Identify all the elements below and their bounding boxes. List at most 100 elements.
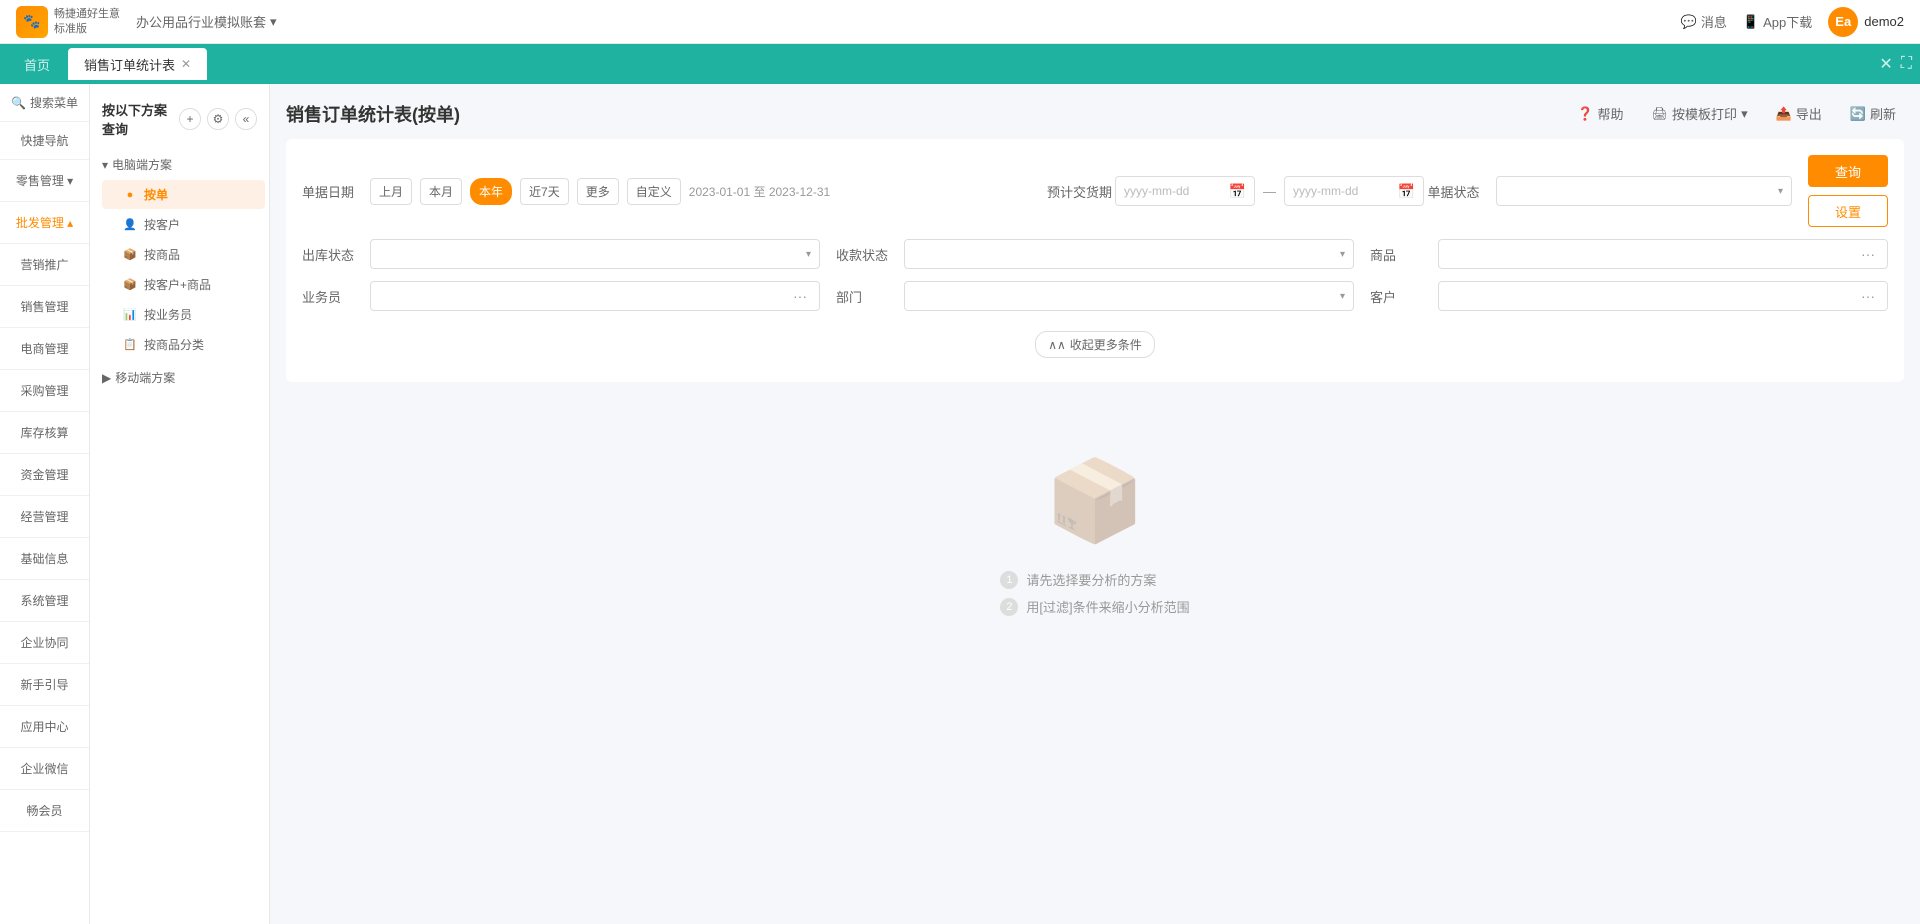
sidebar-item-marketing[interactable]: 营销推广: [0, 244, 89, 286]
app-download-button[interactable]: 📱 App下载: [1743, 12, 1812, 31]
tab-close-icon[interactable]: ✕: [181, 57, 191, 71]
message-icon: 💬: [1681, 14, 1697, 30]
refresh-icon: 🔄: [1850, 106, 1866, 122]
customer-label: 客户: [1370, 287, 1430, 306]
empty-state: 📦 1 请先选择要分析的方案 2 用[过滤]条件来缩小分析范围: [286, 394, 1904, 676]
customer-more-icon[interactable]: ···: [1857, 288, 1879, 304]
calendar-icon-2: 📅: [1398, 183, 1415, 200]
sub-sidebar-add-button[interactable]: +: [179, 108, 201, 130]
sidebar-item-newbie[interactable]: 新手引导: [0, 664, 89, 706]
expected-delivery-end-input[interactable]: yyyy-mm-dd 📅: [1284, 176, 1424, 206]
action-buttons: 查询 设置: [1808, 155, 1888, 227]
sidebar-item-basic[interactable]: 基础信息: [0, 538, 89, 580]
chevron-right-icon: ▶: [102, 371, 111, 385]
main-layout: 🔍 搜索菜单 快捷导航 零售管理 ▾ 批发管理 ▴ 营销推广 销售管理 电商管理…: [0, 84, 1920, 924]
filter-date-group: 上月 本月 本年 近7天 更多 自定义 2023-01-01 至 2023-12…: [370, 178, 830, 205]
department-select[interactable]: ▾: [904, 281, 1354, 311]
date-preset-last-7-days[interactable]: 近7天: [520, 178, 569, 205]
system-selector[interactable]: 办公用品行业模拟账套 ▾: [128, 8, 285, 35]
doc-status-label: 单据状态: [1428, 182, 1488, 201]
sub-sidebar-collapse-button[interactable]: «: [235, 108, 257, 130]
sidebar-quick-nav[interactable]: 快捷导航: [0, 122, 89, 160]
sidebar: 🔍 搜索菜单 快捷导航 零售管理 ▾ 批发管理 ▴ 营销推广 销售管理 电商管理…: [0, 84, 90, 924]
select-arrow-icon-4: ▾: [1340, 291, 1345, 302]
sidebar-item-operation[interactable]: 经营管理: [0, 496, 89, 538]
sub-sidebar-item-by-product[interactable]: 📦 按商品: [102, 240, 265, 269]
circle-icon: ●: [122, 187, 138, 203]
filter-date-item: 单据日期 上月 本月 本年 近7天 更多 自定义 2023-01-01 至 20…: [302, 178, 1031, 205]
search-icon: 🔍: [11, 96, 26, 110]
sidebar-search[interactable]: 🔍 搜索菜单: [0, 84, 89, 122]
sidebar-item-inventory[interactable]: 库存核算: [0, 412, 89, 454]
empty-tips: 1 请先选择要分析的方案 2 用[过滤]条件来缩小分析范围: [1000, 570, 1189, 616]
dropdown-arrow-icon: ▾: [1741, 106, 1748, 122]
print-icon: 🖨: [1652, 106, 1669, 122]
delivery-status-select[interactable]: ▾: [370, 239, 820, 269]
page-title: 销售订单统计表(按单): [286, 101, 460, 127]
sidebar-item-finance[interactable]: 资金管理: [0, 454, 89, 496]
page-title-bar: 销售订单统计表(按单) ❓ 帮助 🖨 按模板打印 ▾ 📤 导出: [286, 100, 1904, 127]
customer-product-icon: 📦: [122, 277, 138, 293]
salesperson-select[interactable]: ···: [370, 281, 820, 311]
settings-button[interactable]: 设置: [1808, 195, 1888, 227]
calendar-icon-1: 📅: [1229, 183, 1246, 200]
sub-sidebar-item-by-product-category[interactable]: 📋 按商品分类: [102, 330, 265, 359]
content-area: 按以下方案查询 + ⚙ « ▾ 电脑端方案 ● 按单: [90, 84, 1920, 924]
tab-bar: 首页 销售订单统计表 ✕ ✕ ⛶: [0, 44, 1920, 84]
chevron-down-icon: ▾: [270, 14, 277, 30]
message-button[interactable]: 💬 消息: [1681, 12, 1727, 31]
product-icon: 📦: [122, 247, 138, 263]
product-select[interactable]: ···: [1438, 239, 1888, 269]
payment-status-select[interactable]: ▾: [904, 239, 1354, 269]
empty-tip-2: 2 用[过滤]条件来缩小分析范围: [1000, 597, 1189, 616]
sub-sidebar-settings-button[interactable]: ⚙: [207, 108, 229, 130]
sidebar-item-system[interactable]: 系统管理: [0, 580, 89, 622]
date-preset-this-month[interactable]: 本月: [420, 178, 462, 205]
refresh-button[interactable]: 🔄 刷新: [1842, 100, 1904, 127]
help-button[interactable]: ❓ 帮助: [1569, 100, 1631, 127]
user-menu[interactable]: Ea demo2: [1828, 7, 1904, 37]
sub-sidebar-item-by-order[interactable]: ● 按单: [102, 180, 265, 209]
sidebar-item-retail[interactable]: 零售管理 ▾: [0, 160, 89, 202]
product-more-icon[interactable]: ···: [1857, 246, 1879, 262]
sidebar-item-member[interactable]: 畅会员: [0, 790, 89, 832]
tab-bar-actions: ✕ ⛶: [1879, 54, 1912, 74]
sidebar-item-enterprise[interactable]: 企业协同: [0, 622, 89, 664]
customer-select[interactable]: ···: [1438, 281, 1888, 311]
filter-salesperson-item: 业务员 ···: [302, 281, 820, 311]
collapse-button[interactable]: ∧∧ 收起更多条件: [1035, 331, 1155, 358]
sub-sidebar-item-by-salesperson[interactable]: 📊 按业务员: [102, 300, 265, 329]
help-icon: ❓: [1577, 106, 1593, 122]
date-range-display: 2023-01-01 至 2023-12-31: [689, 183, 830, 200]
query-button[interactable]: 查询: [1808, 155, 1888, 187]
fullscreen-button[interactable]: ⛶: [1901, 55, 1912, 73]
date-preset-this-year[interactable]: 本年: [470, 178, 512, 205]
list-icon: 📋: [122, 337, 138, 353]
salesperson-more-icon[interactable]: ···: [789, 288, 811, 304]
sidebar-item-wholesale[interactable]: 批发管理 ▴: [0, 202, 89, 244]
select-arrow-icon: ▾: [1778, 186, 1783, 197]
sidebar-item-purchase[interactable]: 采购管理: [0, 370, 89, 412]
collapse-bar: ∧∧ 收起更多条件: [302, 323, 1888, 366]
sidebar-item-ecommerce[interactable]: 电商管理: [0, 328, 89, 370]
sub-sidebar-item-by-customer[interactable]: 👤 按客户: [102, 210, 265, 239]
sub-sidebar-item-by-customer-product[interactable]: 📦 按客户+商品: [102, 270, 265, 299]
sidebar-item-sales[interactable]: 销售管理: [0, 286, 89, 328]
sidebar-item-enterprise-wechat[interactable]: 企业微信: [0, 748, 89, 790]
date-preset-more[interactable]: 更多: [577, 178, 619, 205]
expected-delivery-start-input[interactable]: yyyy-mm-dd 📅: [1115, 176, 1255, 206]
sub-sidebar-mobile-group-title[interactable]: ▶ 移动端方案: [90, 363, 269, 392]
export-button[interactable]: 📤 导出: [1768, 100, 1830, 127]
tab-home[interactable]: 首页: [8, 48, 66, 80]
doc-status-select[interactable]: ▾: [1496, 176, 1793, 206]
tab-sales-order-stats[interactable]: 销售订单统计表 ✕: [68, 48, 207, 80]
date-preset-last-month[interactable]: 上月: [370, 178, 412, 205]
sidebar-item-app-center[interactable]: 应用中心: [0, 706, 89, 748]
sub-sidebar-pc-group-title[interactable]: ▾ 电脑端方案: [90, 150, 269, 179]
select-arrow-icon-3: ▾: [1340, 249, 1345, 260]
template-print-button[interactable]: 🖨 按模板打印 ▾: [1644, 100, 1756, 127]
close-window-button[interactable]: ✕: [1879, 54, 1892, 74]
filter-doc-status-item: 单据状态 ▾: [1428, 176, 1793, 206]
sub-sidebar-group-pc: ▾ 电脑端方案 ● 按单 👤 按客户 📦 按商品: [90, 150, 269, 359]
date-preset-custom[interactable]: 自定义: [627, 178, 681, 205]
